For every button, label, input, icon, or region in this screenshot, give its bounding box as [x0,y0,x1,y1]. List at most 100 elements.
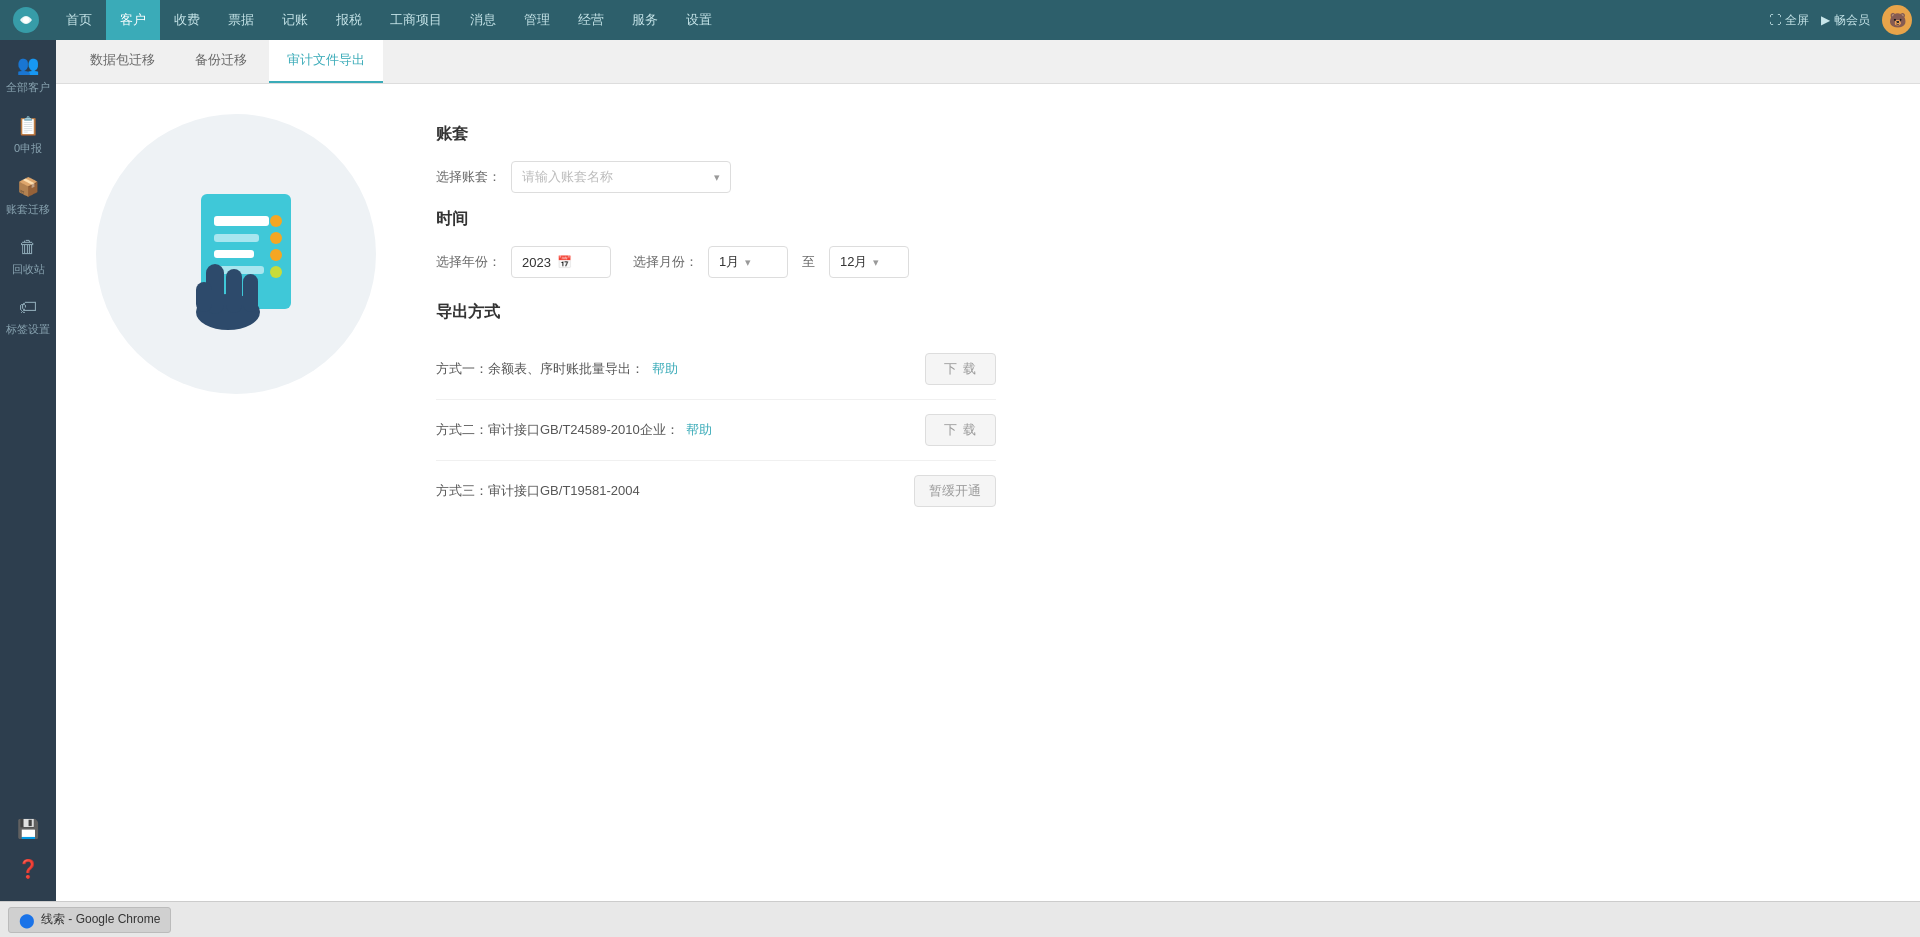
chevron-down-icon: ▾ [873,256,879,269]
trash-icon: 🗑 [19,237,37,258]
month-start-select[interactable]: 1月 ▾ [708,246,788,278]
export-method-1-label: 方式一：余额表、序时账批量导出： 帮助 [436,360,909,378]
year-label: 选择年份： [436,253,501,271]
export-method-3-open-button[interactable]: 暂缓开通 [914,475,996,507]
export-method-2-download-button[interactable]: 下 载 [925,414,996,446]
taskbar-item-label: 线索 - Google Chrome [41,911,160,928]
zero-declare-icon: 📋 [17,115,39,137]
account-section-title: 账套 [436,124,996,145]
fullscreen-button[interactable]: ⛶ 全屏 [1769,12,1809,29]
export-method-1-download-button[interactable]: 下 载 [925,353,996,385]
app-logo[interactable] [8,2,44,38]
nav-manage[interactable]: 管理 [510,0,564,40]
time-row: 选择年份： 2023 📅 选择月份： 1月 ▾ 至 12月 [436,246,996,278]
sidebar-bottom: 💾 ❓ [0,809,56,901]
export-method-3-row: 方式三：审计接口GB/T19581-2004 暂缓开通 [436,461,996,521]
account-row: 选择账套： 请输入账套名称 ▾ [436,161,996,193]
sidebar-item-label: 回收站 [12,262,45,277]
sidebar-item-tag-settings[interactable]: 🏷 标签设置 [0,287,56,347]
year-value: 2023 [522,255,551,270]
sidebar-download-icon[interactable]: 💾 [0,809,56,849]
tab-bar: 数据包迁移 备份迁移 审计文件导出 [56,40,1920,84]
export-method-2-label: 方式二：审计接口GB/T24589-2010企业： 帮助 [436,421,909,439]
svg-rect-13 [196,282,212,312]
nav-home[interactable]: 首页 [52,0,106,40]
content-area: 数据包迁移 备份迁移 审计文件导出 [56,40,1920,901]
export-method-3-label: 方式三：审计接口GB/T19581-2004 [436,482,898,500]
fullscreen-icon: ⛶ [1769,13,1781,27]
sidebar-item-label: 全部客户 [6,80,50,95]
sidebar-item-label: 账套迁移 [6,202,50,217]
fullscreen-label: 全屏 [1785,12,1809,29]
svg-rect-4 [214,234,259,242]
tag-icon: 🏷 [19,297,37,318]
nav-client[interactable]: 客户 [106,0,160,40]
form-panel: 账套 选择账套： 请输入账套名称 ▾ 时间 选择年份： 2023 [436,114,996,521]
year-input[interactable]: 2023 📅 [511,246,611,278]
chrome-icon: ⬤ [19,912,35,928]
chevron-down-icon: ▾ [714,171,720,184]
nav-settings[interactable]: 设置 [672,0,726,40]
sidebar-item-trash[interactable]: 🗑 回收站 [0,227,56,287]
svg-point-7 [270,215,282,227]
all-clients-icon: 👥 [17,54,39,76]
month-end-value: 12月 [840,253,867,271]
svg-rect-14 [226,269,242,313]
nav-billing[interactable]: 收费 [160,0,214,40]
tab-data-migrate[interactable]: 数据包迁移 [72,40,173,83]
sidebar-item-zero-declare[interactable]: 📋 0申报 [0,105,56,166]
nav-message[interactable]: 消息 [456,0,510,40]
sidebar: 👥 全部客户 📋 0申报 📦 账套迁移 🗑 回收站 🏷 标签设置 💾 ❓ [0,40,56,901]
svg-point-9 [270,249,282,261]
svg-point-1 [23,17,29,23]
avatar[interactable]: 🐻 [1882,5,1912,35]
account-placeholder: 请输入账套名称 [522,168,706,186]
member-label: 畅会员 [1834,12,1870,29]
calendar-icon: 📅 [557,255,572,269]
tab-audit-export[interactable]: 审计文件导出 [269,40,383,83]
nav-operation[interactable]: 经营 [564,0,618,40]
member-button[interactable]: ▶ 畅会员 [1821,12,1870,29]
export-section-title: 导出方式 [436,302,996,323]
export-section: 导出方式 方式一：余额表、序时账批量导出： 帮助 下 载 方式二：审计接口GB/… [436,302,996,521]
svg-point-10 [270,266,282,278]
sidebar-item-label: 0申报 [14,141,42,156]
nav-service[interactable]: 服务 [618,0,672,40]
nav-items: 首页 客户 收费 票据 记账 报税 工商项目 消息 管理 经营 服务 设置 [52,0,1769,40]
nav-invoice[interactable]: 票据 [214,0,268,40]
sidebar-item-label: 标签设置 [6,322,50,337]
svg-rect-15 [243,274,258,312]
export-method-2-row: 方式二：审计接口GB/T24589-2010企业： 帮助 下 载 [436,400,996,461]
svg-point-8 [270,232,282,244]
account-migrate-icon: 📦 [17,176,39,198]
account-select[interactable]: 请输入账套名称 ▾ [511,161,731,193]
month-start-value: 1月 [719,253,739,271]
export-method-1-help[interactable]: 帮助 [652,361,678,376]
play-icon: ▶ [1821,13,1830,27]
main-layout: 👥 全部客户 📋 0申报 📦 账套迁移 🗑 回收站 🏷 标签设置 💾 ❓ 数据包… [0,40,1920,901]
month-label: 选择月份： [633,253,698,271]
top-nav-right: ⛶ 全屏 ▶ 畅会员 🐻 [1769,5,1912,35]
illustration [96,114,376,394]
export-method-2-help[interactable]: 帮助 [686,422,712,437]
page-content: 账套 选择账套： 请输入账套名称 ▾ 时间 选择年份： 2023 [56,84,1920,901]
sidebar-help-icon[interactable]: ❓ [0,849,56,889]
nav-tax[interactable]: 报税 [322,0,376,40]
taskbar: ⬤ 线索 - Google Chrome [0,901,1920,937]
nav-bookkeeping[interactable]: 记账 [268,0,322,40]
month-end-select[interactable]: 12月 ▾ [829,246,909,278]
two-col-layout: 账套 选择账套： 请输入账套名称 ▾ 时间 选择年份： 2023 [96,114,1880,521]
chevron-down-icon: ▾ [745,256,751,269]
to-label: 至 [798,253,819,271]
sidebar-item-all-clients[interactable]: 👥 全部客户 [0,44,56,105]
time-section-title: 时间 [436,209,996,230]
sidebar-item-account-migrate[interactable]: 📦 账套迁移 [0,166,56,227]
nav-business[interactable]: 工商项目 [376,0,456,40]
export-method-1-row: 方式一：余额表、序时账批量导出： 帮助 下 载 [436,339,996,400]
svg-rect-5 [214,250,254,258]
account-label: 选择账套： [436,168,501,186]
top-nav: 首页 客户 收费 票据 记账 报税 工商项目 消息 管理 经营 服务 设置 ⛶ … [0,0,1920,40]
tab-backup-migrate[interactable]: 备份迁移 [177,40,265,83]
taskbar-chrome-item[interactable]: ⬤ 线索 - Google Chrome [8,907,171,933]
svg-rect-3 [214,216,269,226]
